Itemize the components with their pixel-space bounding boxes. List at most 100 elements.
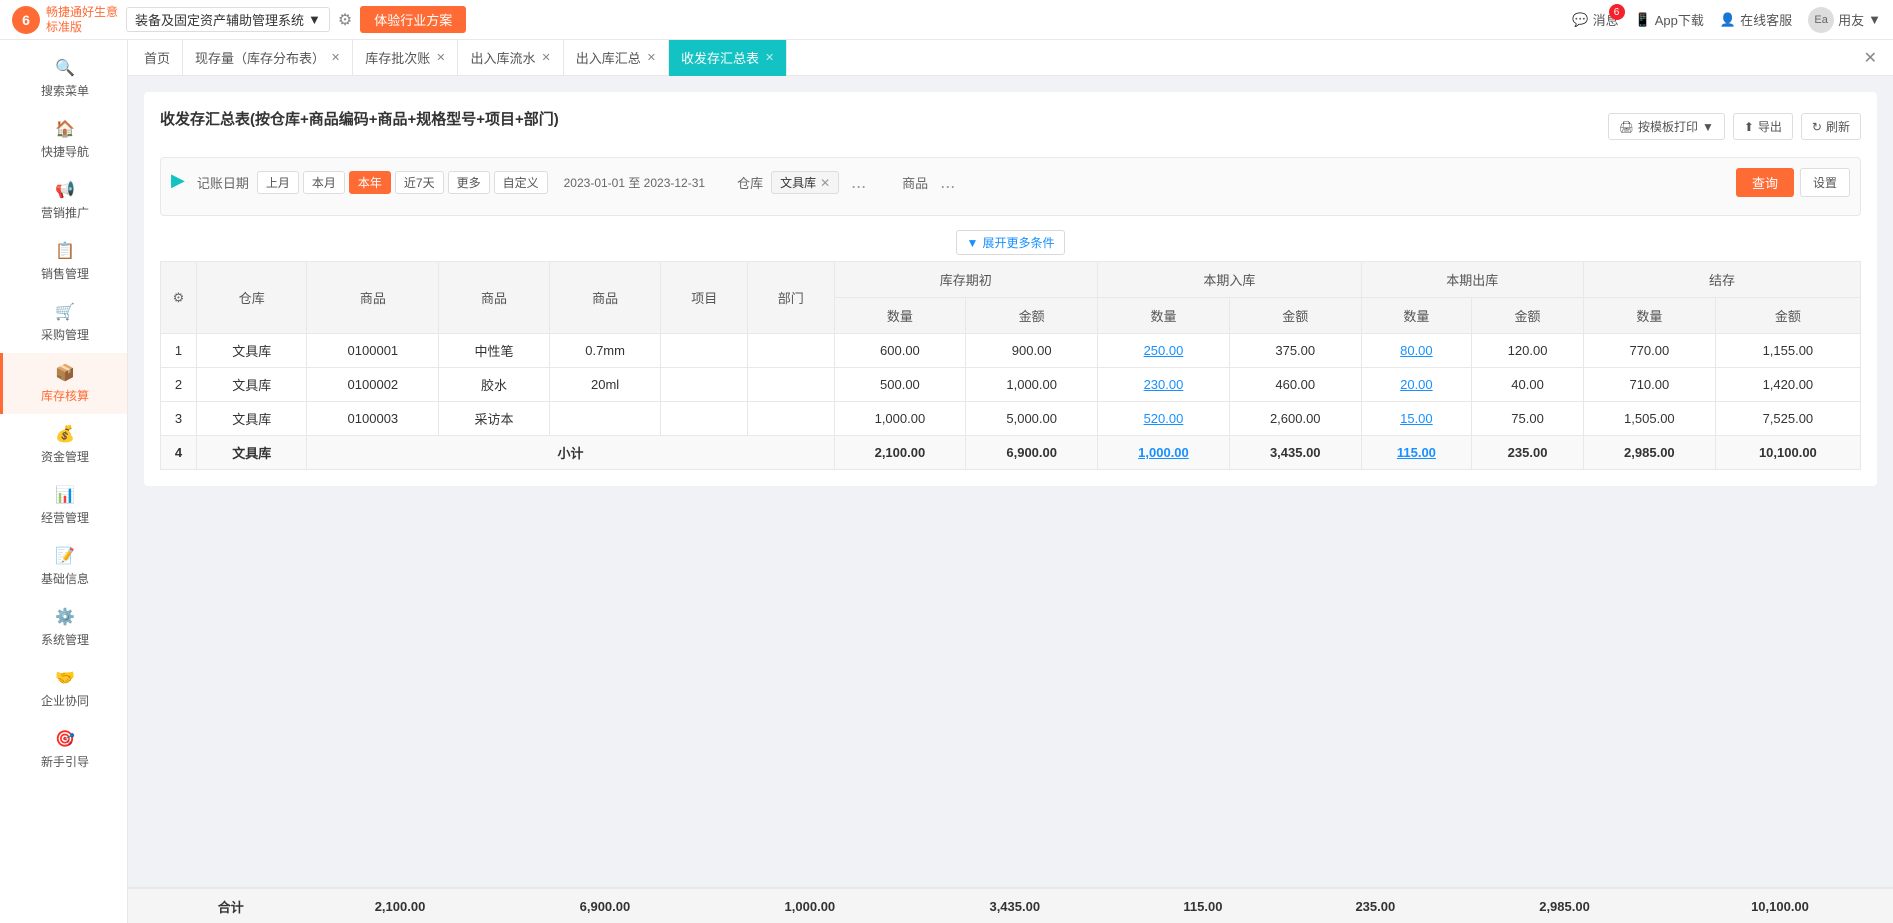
sidebar-item-basic[interactable]: 📝 基础信息 — [0, 536, 127, 597]
warehouse-more-button[interactable]: ... — [847, 172, 870, 193]
total-in-qty: 1,000.00 — [707, 891, 912, 922]
export-button[interactable]: ⬆ 导出 — [1733, 113, 1793, 140]
export-icon: ⬆ — [1744, 120, 1754, 134]
table-row: 1 文具库 0100001 中性笔 0.7mm 600.00 900.00 — [161, 334, 1861, 368]
row-goods-spec: 20ml — [549, 368, 661, 402]
sidebar-item-finance[interactable]: 💰 资金管理 — [0, 414, 127, 475]
row-in-qty[interactable]: 230.00 — [1098, 368, 1230, 402]
subtotal-in-amt: 3,435.00 — [1229, 436, 1361, 470]
row-in-amt: 2,600.00 — [1229, 402, 1361, 436]
tab-inout-summary[interactable]: 出入库汇总 ✕ — [564, 40, 669, 76]
guide-icon: 🎯 — [55, 729, 75, 749]
tab-close-icon[interactable]: ✕ — [647, 51, 656, 64]
tab-close-icon[interactable]: ✕ — [542, 51, 551, 64]
row-out-qty[interactable]: 15.00 — [1361, 402, 1472, 436]
sidebar-item-enterprise[interactable]: 🤝 企业协同 — [0, 658, 127, 719]
query-button[interactable]: 查询 — [1736, 168, 1794, 197]
refresh-button[interactable]: ↻ 刷新 — [1801, 113, 1861, 140]
tab-stock-summary[interactable]: 收发存汇总表 ✕ — [669, 40, 787, 76]
subtotal-label: 小计 — [307, 436, 834, 470]
tab-batch[interactable]: 库存批次账 ✕ — [353, 40, 458, 76]
subtotal-out-qty[interactable]: 115.00 — [1361, 436, 1472, 470]
opening-qty-header: 数量 — [834, 298, 966, 334]
sidebar-item-label: 快捷导航 — [41, 143, 89, 160]
enterprise-icon: 🤝 — [55, 668, 75, 688]
system-selector[interactable]: 装备及固定资产辅助管理系统 ▼ — [126, 7, 330, 32]
row-in-qty[interactable]: 250.00 — [1098, 334, 1230, 368]
row-in-amt: 375.00 — [1229, 334, 1361, 368]
online-service-button[interactable]: 👤 在线客服 — [1720, 10, 1792, 29]
goods-more-button[interactable]: ... — [936, 172, 959, 193]
tab-home[interactable]: 首页 — [132, 40, 183, 76]
settings-button[interactable]: 设置 — [1800, 168, 1850, 197]
out-group-header: 本期出库 — [1361, 262, 1583, 298]
print-button[interactable]: 🖨 按模板打印 ▼ — [1608, 113, 1725, 140]
in-group-header: 本期入库 — [1098, 262, 1362, 298]
date-btn-custom[interactable]: 自定义 — [494, 171, 548, 194]
row-close-qty: 770.00 — [1583, 334, 1715, 368]
date-btn-last-month[interactable]: 上月 — [257, 171, 299, 194]
date-btn-more[interactable]: 更多 — [448, 171, 490, 194]
date-btn-this-month[interactable]: 本月 — [303, 171, 345, 194]
subtotal-warehouse: 文具库 — [197, 436, 307, 470]
tab-inventory-dist[interactable]: 现存量（库存分布表） ✕ — [183, 40, 353, 76]
sidebar-item-sales[interactable]: 📋 销售管理 — [0, 231, 127, 292]
tab-label: 收发存汇总表 — [681, 48, 759, 67]
chevron-down-icon: ▼ — [308, 12, 321, 27]
subtotal-in-qty[interactable]: 1,000.00 — [1098, 436, 1230, 470]
date-filter-section: 记账日期 上月 本月 本年 近7天 更多 自定义 — [197, 171, 705, 194]
sidebar-item-label: 经营管理 — [41, 509, 89, 526]
message-button[interactable]: 💬 消息 6 — [1572, 10, 1618, 29]
sidebar-item-search[interactable]: 🔍 搜索菜单 — [0, 48, 127, 109]
system-title: 装备及固定资产辅助管理系统 — [135, 10, 304, 29]
goods-label: 商品 — [902, 173, 928, 192]
app-download-button[interactable]: 📱 App下载 — [1635, 10, 1704, 29]
user-menu[interactable]: Ea 用友 ▼ — [1808, 7, 1881, 33]
date-range: 2023-01-01 至 2023-12-31 — [564, 174, 705, 191]
dept-column-header: 部门 — [748, 262, 835, 334]
tab-label: 库存批次账 — [365, 48, 430, 67]
tab-inout-flow[interactable]: 出入库流水 ✕ — [458, 40, 563, 76]
total-empty — [128, 891, 164, 922]
date-btn-7days[interactable]: 近7天 — [395, 171, 444, 194]
date-btn-this-year[interactable]: 本年 — [349, 171, 391, 194]
message-icon: 💬 — [1572, 12, 1588, 28]
total-close-qty: 2,985.00 — [1462, 891, 1667, 922]
close-amt-header: 金额 — [1715, 298, 1860, 334]
total-opening-amt: 6,900.00 — [502, 891, 707, 922]
subtotal-opening-qty: 2,100.00 — [834, 436, 966, 470]
tab-close-icon[interactable]: ✕ — [436, 51, 445, 64]
row-out-qty[interactable]: 20.00 — [1361, 368, 1472, 402]
gear-icon[interactable]: ⚙ — [338, 10, 352, 30]
row-out-qty[interactable]: 80.00 — [1361, 334, 1472, 368]
chevron-down-icon: ▼ — [1868, 12, 1881, 27]
expand-conditions-button[interactable]: ▼ 展开更多条件 — [956, 230, 1066, 255]
row-project — [661, 368, 748, 402]
row-goods-code: 0100001 — [307, 334, 439, 368]
sidebar-item-system[interactable]: ⚙️ 系统管理 — [0, 597, 127, 658]
table-settings-icon[interactable]: ⚙ — [173, 290, 185, 305]
out-amt-header: 金额 — [1472, 298, 1584, 334]
row-in-qty[interactable]: 520.00 — [1098, 402, 1230, 436]
sidebar-item-label: 采购管理 — [41, 326, 89, 343]
row-dept — [748, 334, 835, 368]
filter-expand-icon[interactable]: ▶ — [171, 170, 185, 191]
warehouse-tag-close[interactable]: ✕ — [820, 176, 830, 190]
sidebar-item-operations[interactable]: 📊 经营管理 — [0, 475, 127, 536]
sidebar-item-marketing[interactable]: 📢 营销推广 — [0, 170, 127, 231]
subtotal-close-amt: 10,100.00 — [1715, 436, 1860, 470]
tab-close-icon[interactable]: ✕ — [765, 51, 774, 64]
marketing-icon: 📢 — [55, 180, 75, 200]
tab-close-icon[interactable]: ✕ — [331, 51, 340, 64]
sidebar-item-quicknav[interactable]: 🏠 快捷导航 — [0, 109, 127, 170]
row-opening-amt: 900.00 — [966, 334, 1098, 368]
tab-bar-close-button[interactable]: ✕ — [1852, 48, 1889, 68]
row-no: 3 — [161, 402, 197, 436]
sidebar-item-purchase[interactable]: 🛒 采购管理 — [0, 292, 127, 353]
row-opening-qty: 600.00 — [834, 334, 966, 368]
trial-button[interactable]: 体验行业方案 — [360, 6, 466, 33]
sidebar-item-label: 库存核算 — [41, 387, 89, 404]
sidebar-item-label: 营销推广 — [41, 204, 89, 221]
sidebar-item-guide[interactable]: 🎯 新手引导 — [0, 719, 127, 780]
sidebar-item-inventory[interactable]: 📦 库存核算 — [0, 353, 127, 414]
